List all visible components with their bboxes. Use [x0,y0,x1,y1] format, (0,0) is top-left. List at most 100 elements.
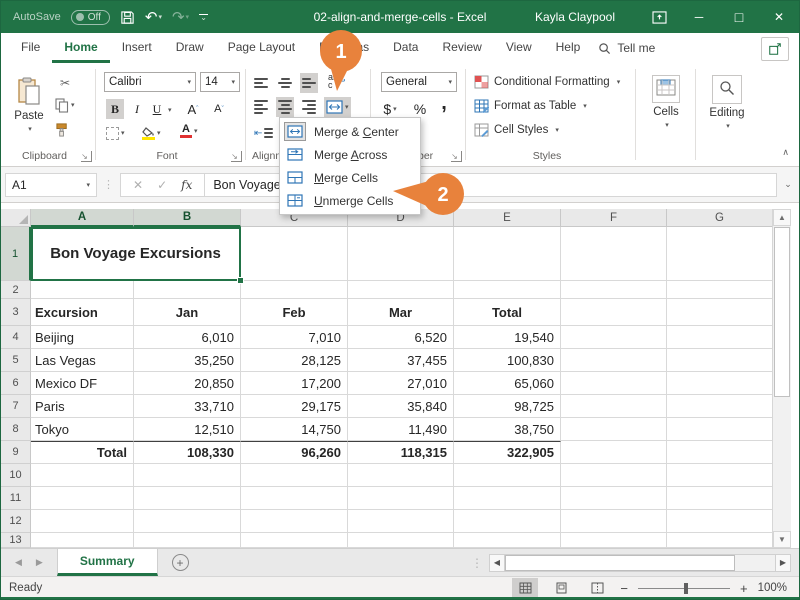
font-color-caret-icon[interactable]: ▾ [194,127,198,135]
cell-C1[interactable] [241,227,348,281]
horizontal-scrollbar[interactable]: ◀ ▶ [489,554,791,572]
cell-C12[interactable] [241,510,348,533]
select-all-button[interactable] [1,209,31,227]
merge-center-caret-icon[interactable]: ▾ [345,103,349,111]
row-header-12[interactable]: 12 [1,510,31,533]
column-header-G[interactable]: G [667,209,773,227]
cell-C3[interactable]: Feb [241,299,348,326]
enter-formula-button[interactable]: ✓ [157,178,167,192]
row-header-3[interactable]: 3 [1,299,31,326]
cell-A7[interactable]: Paris [31,395,134,418]
tab-file[interactable]: File [9,33,52,63]
cell-A13[interactable] [31,533,134,548]
cell-B8[interactable]: 12,510 [134,418,241,441]
user-name[interactable]: Kayla Claypool [535,10,615,24]
customize-qat-button[interactable]: ⌄ [199,14,208,20]
autosave-toggle[interactable]: Off [71,10,110,25]
cell-D9[interactable]: 118,315 [348,441,454,464]
tab-home[interactable]: Home [52,33,109,63]
undo-caret-icon[interactable]: ▾ [158,13,162,21]
cell-G4[interactable] [667,326,773,349]
merged-cell-A1-B1[interactable]: Bon Voyage Excursions [31,227,241,281]
cell-E7[interactable]: 98,725 [454,395,561,418]
cell-B9[interactable]: 108,330 [134,441,241,464]
number-dialog-launcher[interactable]: ↖ [451,151,462,162]
cell-F3[interactable] [561,299,667,326]
zoom-out-button[interactable]: − [620,581,628,596]
row-header-9[interactable]: 9 [1,441,31,464]
cell-D4[interactable]: 6,520 [348,326,454,349]
cell-E11[interactable] [454,487,561,510]
scroll-down-button[interactable]: ▼ [773,531,791,548]
cut-button[interactable]: ✂ [56,73,74,93]
cell-C4[interactable]: 7,010 [241,326,348,349]
sheet-tab-summary[interactable]: Summary [57,549,158,576]
format-painter-button[interactable] [53,119,72,139]
cell-G13[interactable] [667,533,773,548]
name-box[interactable]: A1▾ [5,173,97,197]
cell-A6[interactable]: Mexico DF [31,372,134,395]
row-header-2[interactable]: 2 [1,281,31,299]
minimize-button[interactable]: ─ [679,1,719,33]
fill-color-caret-icon[interactable]: ▾ [157,129,161,137]
cell-E9[interactable]: 322,905 [454,441,561,464]
cell-D2[interactable] [348,281,454,299]
row-header-7[interactable]: 7 [1,395,31,418]
cell-styles-button[interactable]: Cell Styles▾ [474,119,559,141]
fill-color-button[interactable]: ▾ [140,123,163,143]
scroll-up-button[interactable]: ▲ [773,209,791,226]
italic-button[interactable]: I [128,99,146,119]
tab-help[interactable]: Help [544,33,593,63]
zoom-level[interactable]: 100% [758,582,787,594]
maximize-button[interactable]: □ [719,1,759,33]
cells-button[interactable]: Cells ▾ [644,67,688,129]
tab-insert[interactable]: Insert [110,33,164,63]
cell-F7[interactable] [561,395,667,418]
cell-F10[interactable] [561,464,667,487]
cell-B3[interactable]: Jan [134,299,241,326]
comma-style-button[interactable]: , [435,93,453,113]
cell-E13[interactable] [454,533,561,548]
percent-button[interactable]: % [411,99,429,119]
cell-F12[interactable] [561,510,667,533]
cell-B4[interactable]: 6,010 [134,326,241,349]
conditional-formatting-button[interactable]: Conditional Formatting▾ [474,71,620,93]
paste-button[interactable]: Paste ▾ [9,69,49,133]
fill-handle[interactable] [237,277,244,284]
horizontal-scroll-track[interactable] [505,554,775,572]
row-header-1[interactable]: 1 [1,227,31,281]
scroll-right-button[interactable]: ▶ [775,554,791,572]
cell-D12[interactable] [348,510,454,533]
cell-G11[interactable] [667,487,773,510]
cell-B13[interactable] [134,533,241,548]
cell-C6[interactable]: 17,200 [241,372,348,395]
number-format-combo[interactable]: General▾ [381,72,457,92]
format-as-table-button[interactable]: Format as Table▾ [474,95,587,117]
cell-D8[interactable]: 11,490 [348,418,454,441]
cell-F2[interactable] [561,281,667,299]
bold-button[interactable]: B [106,99,124,119]
cell-C10[interactable] [241,464,348,487]
cell-C11[interactable] [241,487,348,510]
underline-button[interactable]: U [148,99,166,119]
font-color-button[interactable]: A▾ [178,121,200,141]
cell-G6[interactable] [667,372,773,395]
menu-item-merge-center[interactable]: Merge & Center [280,120,420,143]
cell-D11[interactable] [348,487,454,510]
cell-D1[interactable] [348,227,454,281]
insert-function-button[interactable]: fx [181,178,192,192]
column-header-B[interactable]: B [134,209,241,227]
cell-C9[interactable]: 96,260 [241,441,348,464]
row-header-8[interactable]: 8 [1,418,31,441]
decrease-font-button[interactable]: Aˇ [210,99,228,119]
row-header-10[interactable]: 10 [1,464,31,487]
tell-me-box[interactable]: Tell me [598,41,655,55]
font-dialog-launcher[interactable]: ↖ [231,151,242,162]
cell-A10[interactable] [31,464,134,487]
cell-B5[interactable]: 35,250 [134,349,241,372]
cancel-formula-button[interactable]: ✕ [133,178,143,192]
page-layout-view-button[interactable] [548,578,574,599]
cell-A9[interactable]: Total [31,441,134,464]
cell-E10[interactable] [454,464,561,487]
cell-E12[interactable] [454,510,561,533]
